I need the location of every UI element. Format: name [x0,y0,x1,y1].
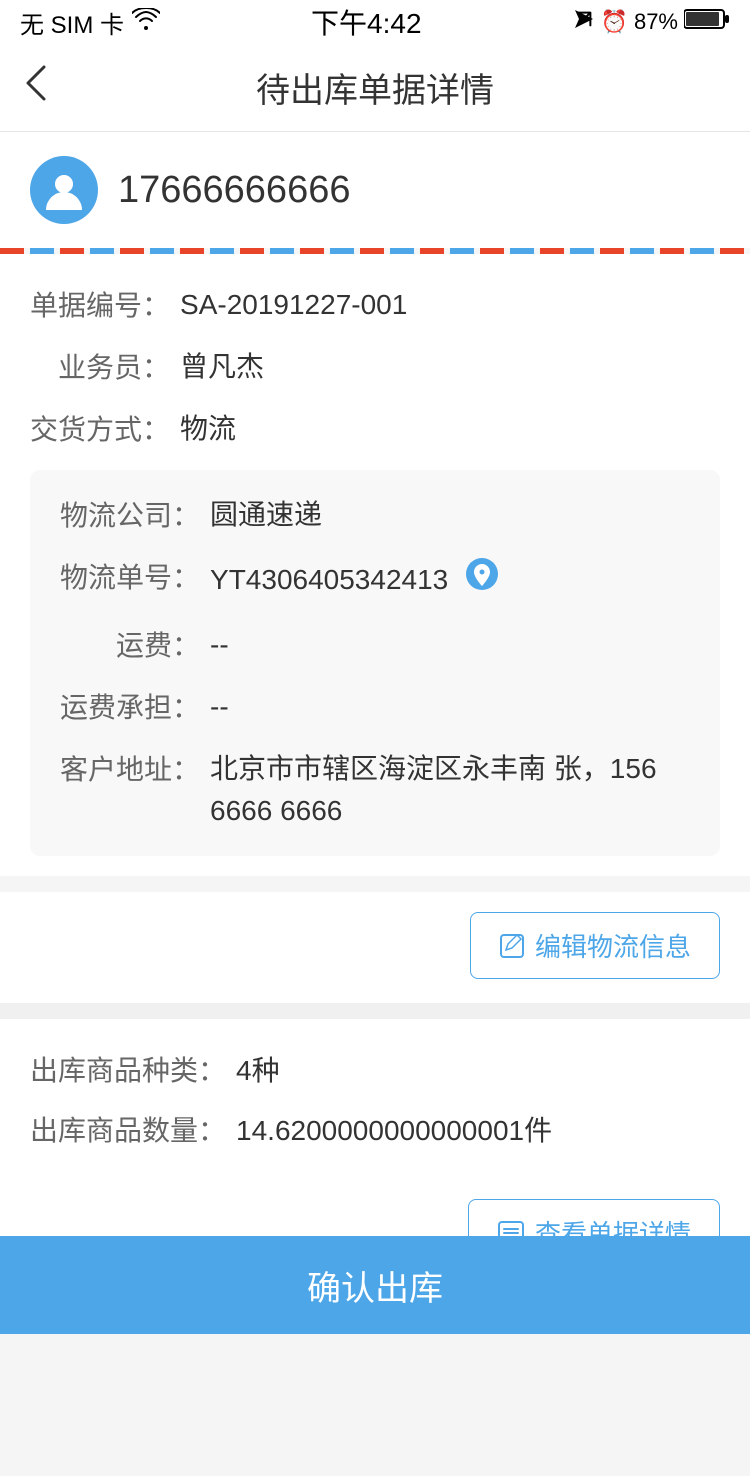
edit-logistics-button[interactable]: 编辑物流信息 [470,912,720,979]
freight-label: 运费： [60,624,200,664]
goods-quantity-row: 出库商品数量： 14.6200000000000001件 [30,1109,720,1149]
freight-row: 运费： -- [60,624,690,666]
delivery-value: 物流 [180,408,720,450]
goods-type-label: 出库商品种类： [30,1049,226,1089]
logistics-card: 物流公司： 圆通速递 物流单号： YT4306405342413 运费： [30,470,720,856]
status-bar: 无 SIM 卡 下午4:42 ⏰ 87% [0,0,750,44]
battery-icon [684,8,730,36]
confirm-btn-container: 确认出库 [0,1236,750,1334]
address-value: 北京市市辖区海淀区永丰南 张，156 6666 6666 [210,748,690,832]
nav-bar: 待出库单据详情 [0,44,750,132]
goods-section: 出库商品种类： 4种 出库商品数量： 14.6200000000000001件 [0,1019,750,1189]
delivery-row: 交货方式： 物流 [30,408,720,450]
order-no-label: 单据编号： [30,284,170,324]
logistics-tracking-row: 物流单号： YT4306405342413 [60,556,690,604]
order-info-section: 单据编号： SA-20191227-001 业务员： 曾凡杰 交货方式： 物流 … [0,254,750,876]
order-no-row: 单据编号： SA-20191227-001 [30,284,720,326]
customer-header: 17666666666 [0,132,750,248]
status-right: ⏰ 87% [573,8,730,36]
section-divider [0,1003,750,1019]
salesman-value: 曾凡杰 [180,346,720,388]
goods-quantity-label: 出库商品数量： [30,1109,226,1149]
page-title: 待出库单据详情 [256,63,494,112]
carrier-text: 无 SIM 卡 [20,5,124,40]
order-no-value: SA-20191227-001 [180,284,720,326]
logistics-tracking-label: 物流单号： [60,556,200,596]
alarm-icon: ⏰ [601,9,628,35]
customer-phone: 17666666666 [118,169,350,212]
freight-value: -- [210,624,690,666]
freight-bearer-value: -- [210,686,690,728]
edit-btn-wrapper: 编辑物流信息 [0,892,750,1003]
logistics-company-value: 圆通速递 [210,494,690,536]
avatar [30,156,98,224]
freight-bearer-row: 运费承担： -- [60,686,690,728]
logistics-company-row: 物流公司： 圆通速递 [60,494,690,536]
address-label: 客户地址： [60,748,200,788]
confirm-button[interactable]: 确认出库 [0,1236,750,1334]
wifi-icon [132,8,160,37]
salesman-row: 业务员： 曾凡杰 [30,346,720,388]
back-button[interactable] [24,63,48,112]
status-carrier: 无 SIM 卡 [20,5,160,40]
goods-type-value: 4种 [236,1049,280,1089]
logistics-tracking-value: YT4306405342413 [210,556,690,604]
battery-text: 87% [634,9,678,35]
delivery-label: 交货方式： [30,408,170,448]
status-time: 下午4:42 [311,2,422,42]
address-row: 客户地址： 北京市市辖区海淀区永丰南 张，156 6666 6666 [60,748,690,832]
map-pin-icon[interactable] [464,556,500,604]
goods-type-row: 出库商品种类： 4种 [30,1049,720,1089]
freight-bearer-label: 运费承担： [60,686,200,726]
location-status-icon [573,8,595,36]
goods-quantity-value: 14.6200000000000001件 [236,1109,552,1149]
salesman-label: 业务员： [30,346,170,386]
logistics-company-label: 物流公司： [60,494,200,534]
